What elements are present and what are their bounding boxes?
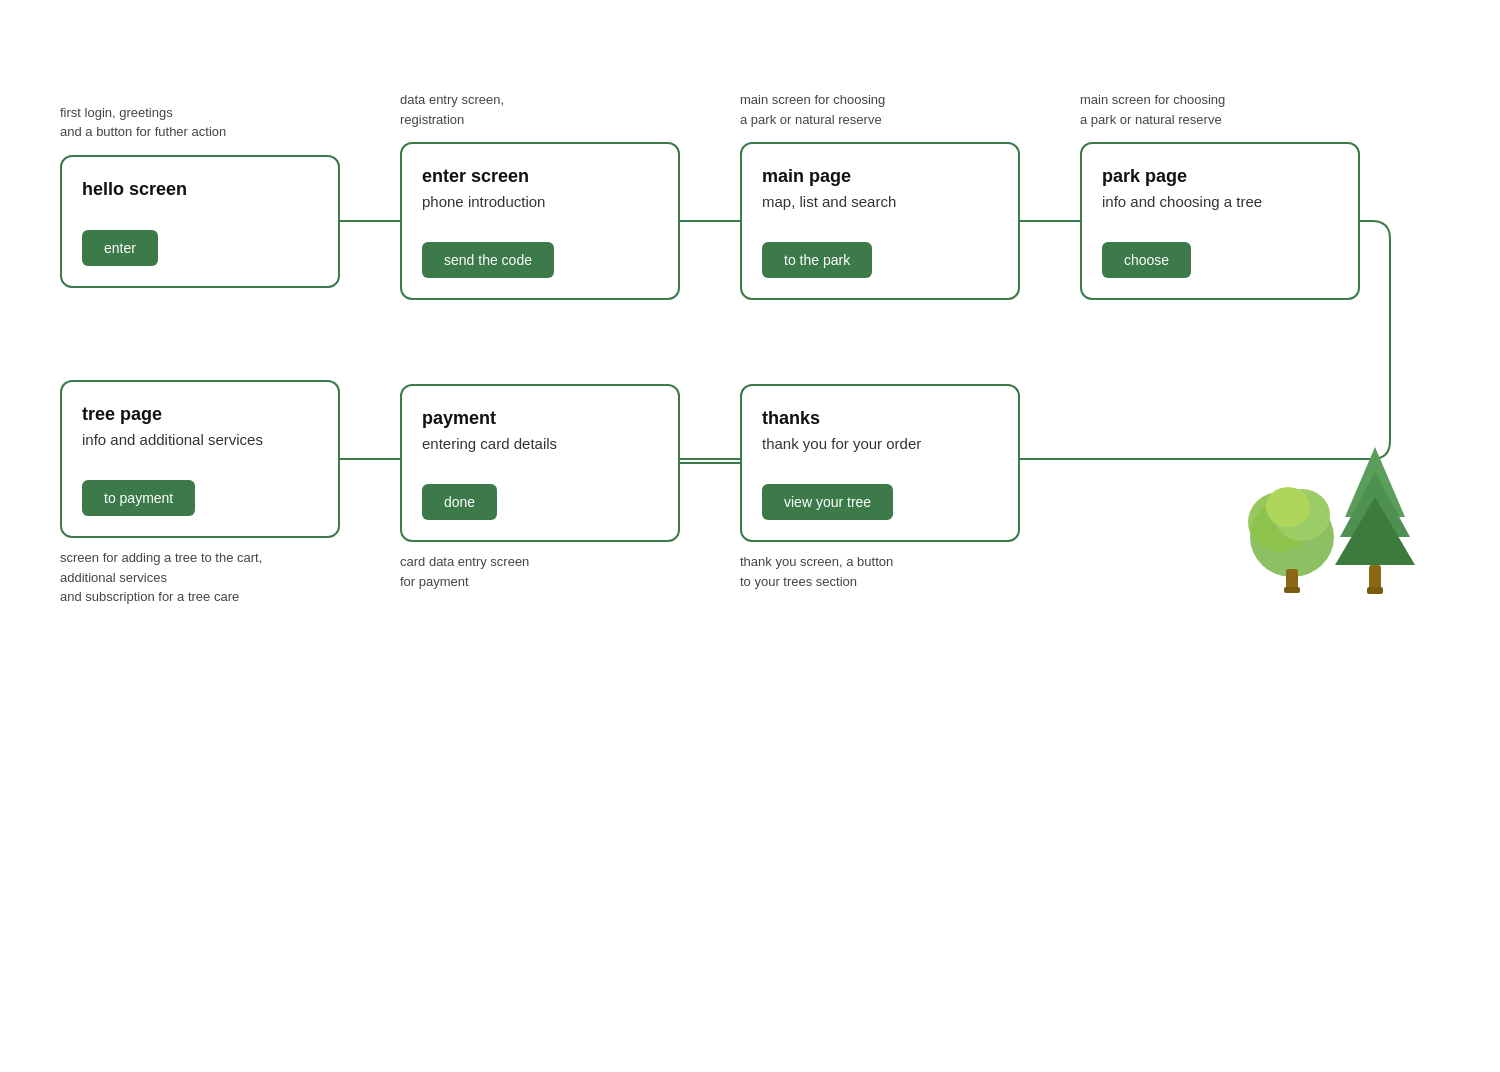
- card-tree-page: tree page info and additional services to …: [60, 380, 340, 538]
- h-connector: [340, 220, 400, 222]
- card-btn-hello-screen[interactable]: enter: [82, 230, 158, 266]
- card-enter-screen: enter screen phone introduction send the c…: [400, 142, 680, 300]
- card-subtitle-thanks: thank you for your order: [762, 433, 998, 454]
- card-btn-enter-screen[interactable]: send the code: [422, 242, 554, 278]
- h-connector: [680, 220, 740, 222]
- bottom-desc-thanks: thank you screen, a button to your trees…: [740, 552, 1020, 602]
- card-main-page: main page map, list and search to the park: [740, 142, 1020, 300]
- bottom-desc-tree-page: screen for adding a tree to the cart, ad…: [60, 548, 400, 607]
- svg-rect-5: [1284, 587, 1300, 593]
- card-title-hello-screen: hello screen: [82, 179, 318, 200]
- card-subtitle-park-page: info and choosing a tree: [1102, 191, 1338, 212]
- card-btn-thanks[interactable]: view your tree: [762, 484, 893, 520]
- top-desc-main-page: main screen for choosing a park or natur…: [740, 90, 1080, 130]
- h-connector: [1020, 220, 1080, 222]
- top-desc-park-page: main screen for choosing a park or natur…: [1080, 90, 1360, 130]
- card-subtitle-main-page: map, list and search: [762, 191, 998, 212]
- card-hello-screen: hello screen enter: [60, 155, 340, 288]
- card-title-payment: payment: [422, 408, 658, 429]
- card-title-enter-screen: enter screen: [422, 166, 658, 187]
- card-btn-tree-page[interactable]: to payment: [82, 480, 195, 516]
- card-btn-main-page[interactable]: to the park: [762, 242, 872, 278]
- card-subtitle-enter-screen: phone introduction: [422, 191, 658, 212]
- top-desc-enter-screen: data entry screen, registration: [400, 90, 740, 130]
- tree-illustration: [1220, 407, 1440, 627]
- card-title-main-page: main page: [762, 166, 998, 187]
- bottom-desc-payment: card data entry screen for payment: [400, 552, 740, 602]
- card-btn-park-page[interactable]: choose: [1102, 242, 1191, 278]
- h-connector: [680, 462, 740, 464]
- card-subtitle-payment: entering card details: [422, 433, 658, 454]
- card-payment: payment entering card details done: [400, 384, 680, 542]
- card-park-page: park page info and choosing a tree choose: [1080, 142, 1360, 300]
- card-title-thanks: thanks: [762, 408, 998, 429]
- card-title-tree-page: tree page: [82, 404, 318, 425]
- card-title-park-page: park page: [1102, 166, 1338, 187]
- top-desc-hello-screen: first login, greetings and a button for …: [60, 103, 400, 143]
- svg-point-3: [1266, 487, 1310, 527]
- card-thanks: thanks thank you for your order view your …: [740, 384, 1020, 542]
- svg-rect-10: [1367, 587, 1383, 594]
- card-btn-payment[interactable]: done: [422, 484, 497, 520]
- card-subtitle-tree-page: info and additional services: [82, 429, 318, 450]
- h-connector: [340, 458, 400, 460]
